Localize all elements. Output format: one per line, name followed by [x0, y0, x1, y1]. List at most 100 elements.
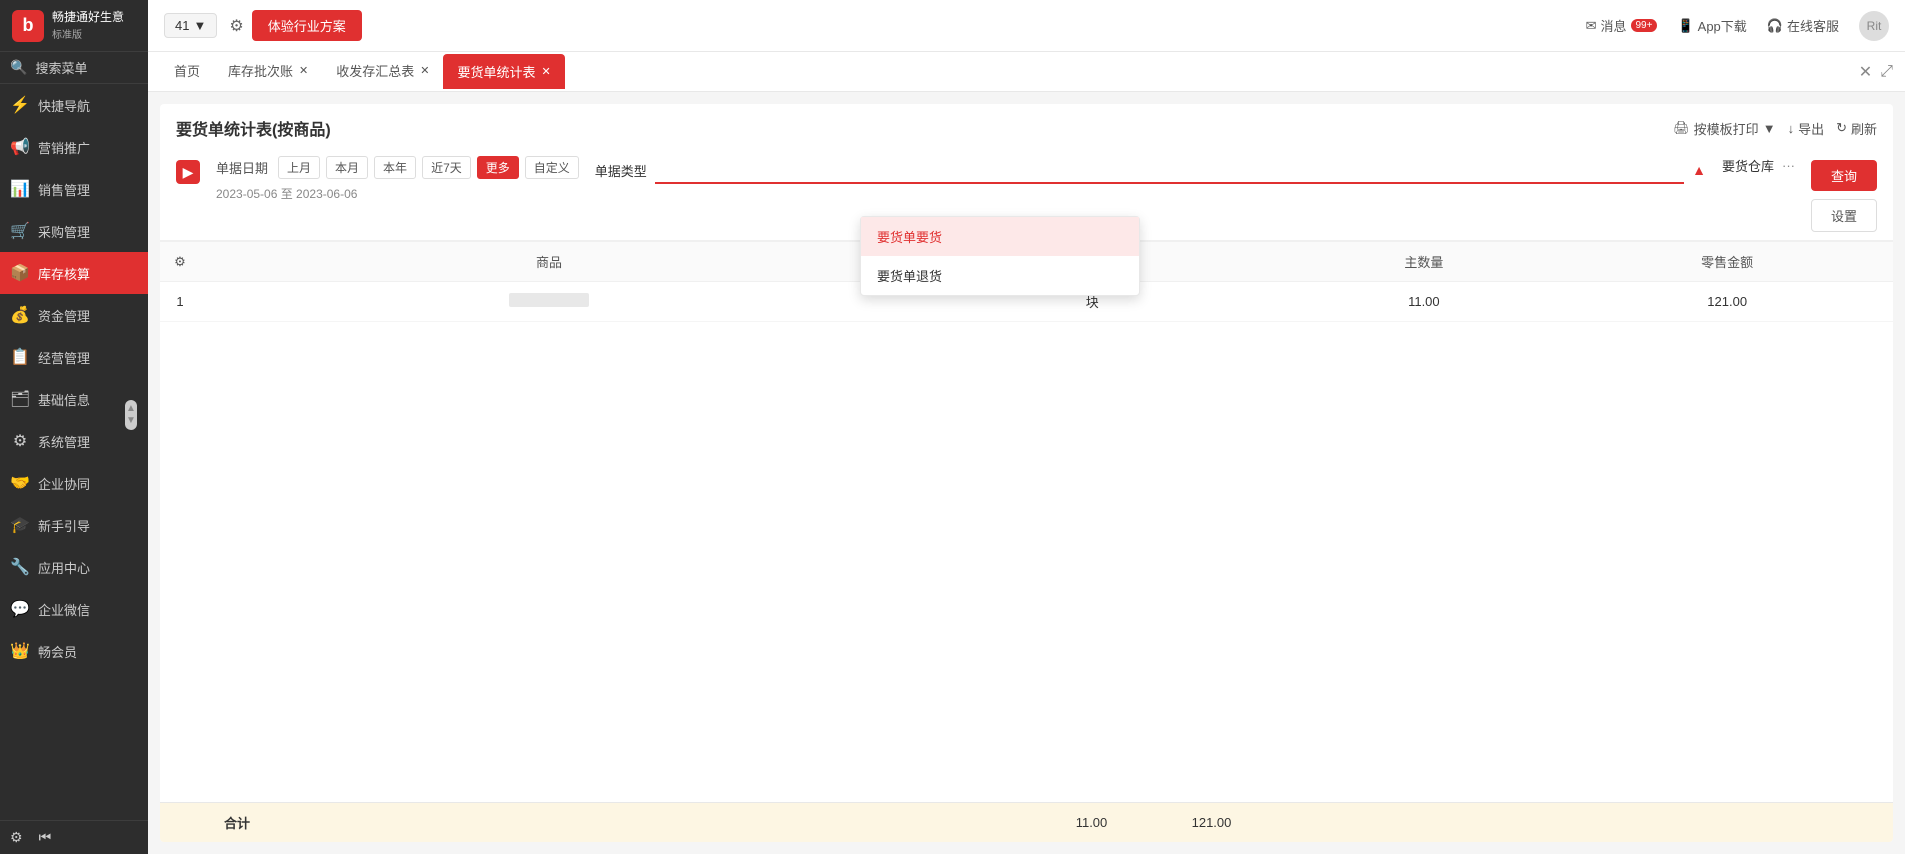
sidebar-item-wechat[interactable]: 💬企业微信: [0, 588, 148, 630]
avatar[interactable]: Rit: [1859, 11, 1889, 41]
footer-label: 合计: [172, 813, 422, 832]
footer-quantity: 11.00: [1032, 815, 1152, 830]
table-container: ⚙ 商品 主计量单位 主数量 零售金额 1: [160, 241, 1893, 802]
print-arrow-icon: ▼: [1763, 121, 1776, 136]
close-tab-icon[interactable]: ✕: [1859, 62, 1872, 82]
sidebar: b 畅捷通好生意 标准版 🔍 搜索菜单 ⚡快捷导航📢营销推广📊销售管理🛒采购管理…: [0, 0, 148, 854]
type-label: 单据类型: [595, 161, 647, 180]
product-placeholder: [509, 293, 589, 307]
wechat-icon: 💬: [10, 599, 30, 619]
settings-gear-icon[interactable]: ⚙: [229, 16, 243, 36]
dropdown-item-1[interactable]: 要货单退货: [861, 256, 1139, 295]
warehouse-label: 要货仓库: [1722, 156, 1774, 175]
sidebar-logo: b 畅捷通好生意 标准版: [0, 0, 148, 52]
print-action[interactable]: 🖨 按模板打印 ▼: [1673, 119, 1775, 138]
sidebar-scroll-down[interactable]: ▼: [126, 416, 136, 426]
enterprise-icon: 🤝: [10, 473, 30, 493]
search-icon: 🔍: [10, 59, 27, 76]
app-center-icon: 🔧: [10, 557, 30, 577]
btn-this-year[interactable]: 本年: [374, 156, 416, 179]
export-icon: ↓: [1788, 121, 1795, 136]
app-download-item[interactable]: 📱 App下载: [1677, 16, 1746, 35]
main-area: 41 ▼ ⚙ 体验行业方案 ✉ 消息 99+ 📱 App下载 🎧 在线客服 Ri…: [148, 0, 1905, 854]
dropdown-item-0[interactable]: 要货单要货: [861, 217, 1139, 256]
tab-0[interactable]: 首页: [160, 53, 214, 90]
sidebar-item-marketing[interactable]: 📢营销推广: [0, 126, 148, 168]
th-product: 商品: [200, 242, 898, 282]
cell-product: [200, 282, 898, 322]
warehouse-filter-group: 要货仓库 ···: [1722, 156, 1795, 175]
collapse-icon[interactable]: ⏮: [39, 829, 52, 846]
type-dropdown-arrow[interactable]: ▲: [1692, 162, 1706, 178]
marketing-icon: 📢: [10, 137, 30, 157]
headset-icon: 🎧: [1767, 18, 1783, 34]
sidebar-item-app-center[interactable]: 🔧应用中心: [0, 546, 148, 588]
export-action[interactable]: ↓ 导出: [1788, 119, 1825, 138]
inventory-icon: 📦: [10, 263, 30, 283]
type-dropdown: 要货单要货 要货单退货: [860, 216, 1140, 296]
sidebar-search[interactable]: 🔍 搜索菜单: [0, 52, 148, 84]
finance-icon: 💰: [10, 305, 30, 325]
content-area: 要货单统计表(按商品) 🖨 按模板打印 ▼ ↓ 导出 ↻ 刷新: [148, 92, 1905, 854]
filter-settings-btn[interactable]: 设置: [1811, 199, 1877, 232]
sidebar-bottom: ⚙ ⏮: [0, 820, 148, 854]
date-label: 单据日期: [216, 158, 268, 177]
company-selector[interactable]: 41 ▼: [164, 13, 217, 38]
system-icon: ⚙: [10, 431, 30, 451]
page-title-bar: 要货单统计表(按商品) 🖨 按模板打印 ▼ ↓ 导出 ↻ 刷新: [160, 104, 1893, 148]
online-service-item[interactable]: 🎧 在线客服: [1767, 16, 1839, 35]
sidebar-item-purchase[interactable]: 🛒采购管理: [0, 210, 148, 252]
tab-close-1[interactable]: ✕: [299, 64, 308, 77]
sidebar-item-quick-nav[interactable]: ⚡快捷导航: [0, 84, 148, 126]
tab-close-2[interactable]: ✕: [420, 64, 429, 77]
tab-2[interactable]: 收发存汇总表 ✕: [322, 53, 443, 90]
tab-1[interactable]: 库存批次账 ✕: [214, 53, 322, 90]
print-icon: 🖨: [1673, 120, 1690, 136]
app-logo-text: 畅捷通好生意 标准版: [52, 10, 124, 41]
sidebar-item-inventory[interactable]: 📦库存核算: [0, 252, 148, 294]
messages-item[interactable]: ✉ 消息 99+: [1586, 16, 1658, 35]
settings-icon[interactable]: ⚙: [10, 829, 23, 846]
btn-more[interactable]: 更多: [477, 156, 519, 179]
tab-close-3[interactable]: ✕: [542, 65, 551, 78]
date-range: 2023-05-06 至 2023-06-06: [216, 185, 579, 202]
column-settings-icon[interactable]: ⚙: [174, 254, 186, 269]
btn-this-month[interactable]: 本月: [326, 156, 368, 179]
maximize-tab-icon[interactable]: ⤢: [1880, 63, 1893, 81]
sidebar-item-enterprise[interactable]: 🤝企业协同: [0, 462, 148, 504]
sidebar-item-operations[interactable]: 📋经营管理: [0, 336, 148, 378]
warehouse-more-icon[interactable]: ···: [1782, 158, 1795, 173]
type-filter-group: 单据类型 ▲: [595, 156, 1706, 184]
btn-7days[interactable]: 近7天: [422, 156, 471, 179]
basic-icon: 🗂: [10, 389, 30, 409]
sidebar-item-member[interactable]: 👑畅会员: [0, 630, 148, 672]
cell-amount: 121.00: [1561, 282, 1893, 322]
refresh-action[interactable]: ↻ 刷新: [1836, 119, 1877, 138]
type-input[interactable]: [655, 156, 1684, 184]
th-quantity: 主数量: [1286, 242, 1561, 282]
th-settings: ⚙: [160, 242, 200, 282]
tabs-actions: ✕ ⤢: [1859, 62, 1893, 82]
btn-last-month[interactable]: 上月: [278, 156, 320, 179]
header-right: ✉ 消息 99+ 📱 App下载 🎧 在线客服 Rit: [1586, 11, 1889, 41]
query-btn[interactable]: 查询: [1811, 160, 1877, 191]
cell-quantity: 11.00: [1286, 282, 1561, 322]
date-filter-group: 单据日期 上月 本月 本年 近7天 更多 自定义 2023-05-06 至 20…: [216, 156, 579, 202]
sidebar-scroll-up[interactable]: ▲: [126, 404, 136, 414]
header-left: 41 ▼ ⚙ 体验行业方案: [164, 10, 362, 41]
sidebar-nav: ⚡快捷导航📢营销推广📊销售管理🛒采购管理📦库存核算💰资金管理📋经营管理🗂基础信息…: [0, 84, 148, 820]
chevron-down-icon: ▼: [193, 18, 206, 33]
filter-expand-btn[interactable]: ▶: [176, 160, 200, 184]
table-footer: 合计 11.00 121.00: [160, 802, 1893, 842]
sidebar-item-sales[interactable]: 📊销售管理: [0, 168, 148, 210]
header: 41 ▼ ⚙ 体验行业方案 ✉ 消息 99+ 📱 App下载 🎧 在线客服 Ri…: [148, 0, 1905, 52]
cell-num: 1: [160, 282, 200, 322]
refresh-icon: ↻: [1836, 120, 1847, 136]
member-icon: 👑: [10, 641, 30, 661]
tab-3[interactable]: 要货单统计表 ✕: [443, 54, 564, 89]
sidebar-item-guide[interactable]: 🎓新手引导: [0, 504, 148, 546]
btn-custom[interactable]: 自定义: [525, 156, 579, 179]
trial-btn[interactable]: 体验行业方案: [252, 10, 362, 41]
sidebar-item-finance[interactable]: 💰资金管理: [0, 294, 148, 336]
filter-bar: ▶ 单据日期 上月 本月 本年 近7天 更多 自定义 2023-05-06 至 …: [160, 148, 1893, 241]
